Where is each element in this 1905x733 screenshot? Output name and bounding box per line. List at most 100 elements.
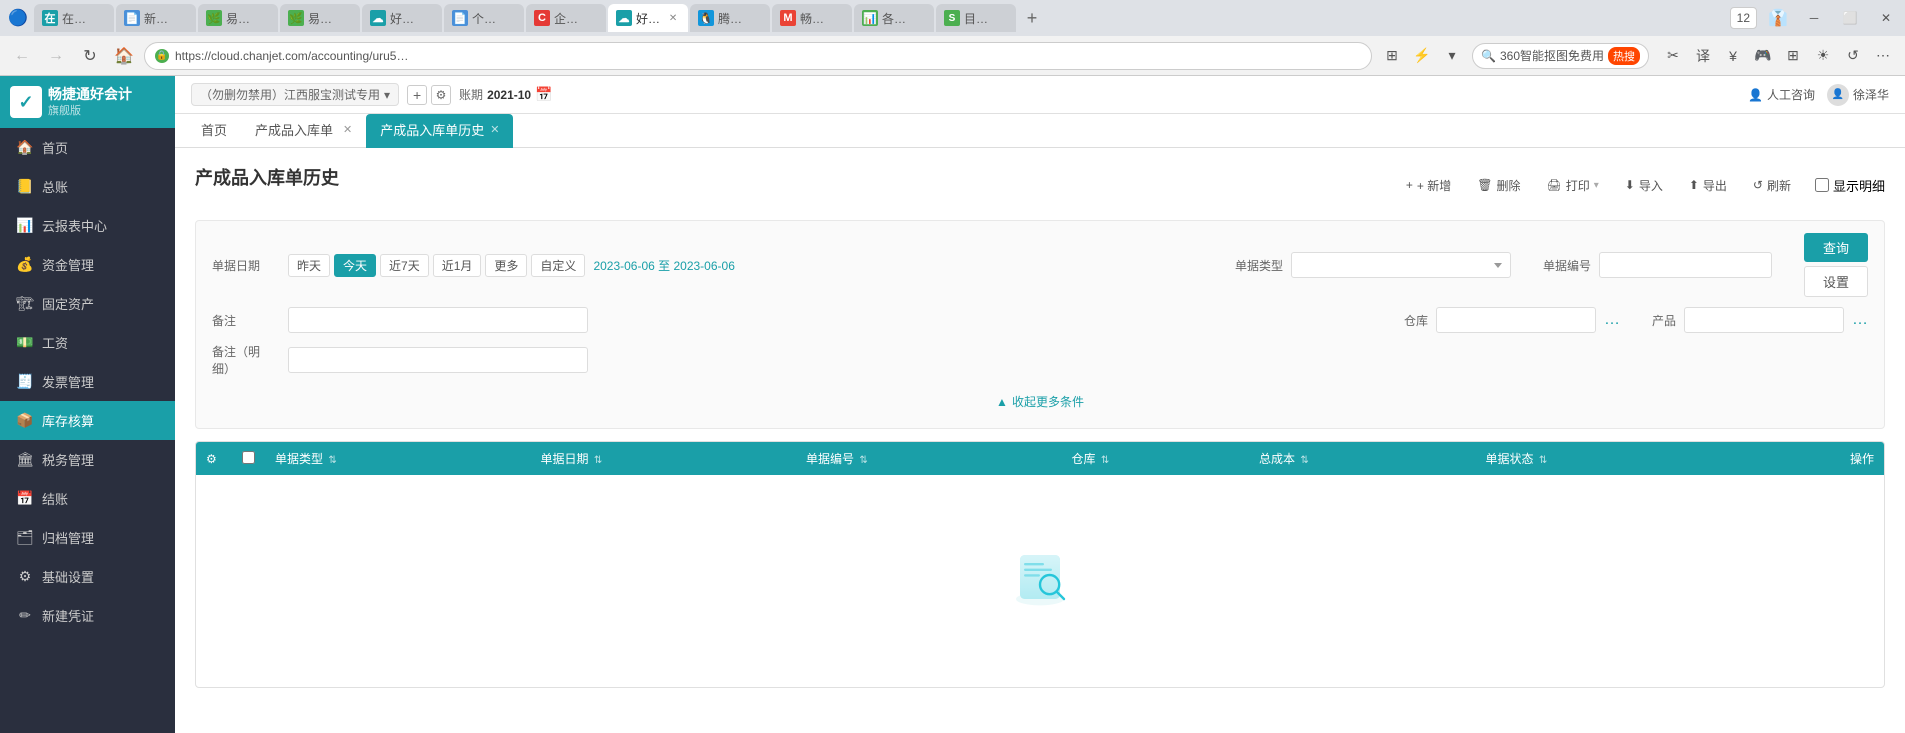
date-btn-custom[interactable]: 自定义 [531, 254, 585, 277]
tab-8[interactable]: ☁ 好… ✕ [608, 4, 688, 32]
collapse-label: 收起更多条件 [1012, 393, 1084, 410]
game-icon[interactable]: 🎮 [1749, 42, 1777, 70]
tab-9[interactable]: 🐧 腾… [690, 4, 770, 32]
sidebar-item-period-close[interactable]: 📅 结账 [0, 479, 175, 518]
tab-4[interactable]: 🌿 易… [280, 4, 360, 32]
sidebar-item-fixed-assets[interactable]: 🏗 固定资产 [0, 284, 175, 323]
back-button[interactable]: ← [8, 42, 36, 70]
sidebar-item-funds[interactable]: 💰 资金管理 [0, 245, 175, 284]
tab-1[interactable]: 在 在… [34, 4, 114, 32]
add-doc-icon: + [1406, 178, 1413, 192]
shirt-icon[interactable]: 👔 [1763, 4, 1793, 32]
calendar-icon[interactable]: 📅 [535, 86, 552, 103]
date-btn-today[interactable]: 今天 [334, 254, 376, 277]
sidebar-item-ledger[interactable]: 📒 总账 [0, 167, 175, 206]
warehouse-more-icon[interactable]: … [1604, 311, 1620, 329]
tab-list-page[interactable]: 产成品入库单 ✕ [241, 114, 366, 148]
filter-settings-button[interactable]: 设置 [1804, 266, 1868, 297]
sidebar-item-payroll[interactable]: 💵 工资 [0, 323, 175, 362]
print-doc-button[interactable]: 🖨 打印 ▾ [1536, 173, 1608, 198]
settings-gear-button[interactable]: ⚙ [431, 85, 451, 105]
date-btn-1month[interactable]: 近1月 [433, 254, 482, 277]
lightning-icon[interactable]: ⚡ [1408, 42, 1436, 70]
date-btn-more[interactable]: 更多 [485, 254, 527, 277]
refresh-doc-button[interactable]: ↺ 刷新 [1743, 173, 1801, 198]
user-info[interactable]: 👤 徐泽华 [1827, 84, 1889, 106]
tab-list-close[interactable]: ✕ [343, 123, 352, 136]
table-header-doc-type[interactable]: 单据类型 ⇅ [265, 442, 530, 475]
tab-8-close[interactable]: ✕ [666, 11, 680, 25]
collapse-filters-button[interactable]: ▲ 收起更多条件 [212, 387, 1868, 416]
product-input[interactable] [1684, 307, 1844, 333]
scissors-icon[interactable]: ✂ [1659, 42, 1687, 70]
translate-icon[interactable]: 译 [1689, 42, 1717, 70]
search-filters: 单据日期 昨天 今天 近7天 近1月 更多 自定义 2023-06-06 至 2… [195, 220, 1885, 429]
sidebar-item-reports[interactable]: 📊 云报表中心 [0, 206, 175, 245]
select-all-checkbox[interactable] [242, 451, 255, 464]
query-btn-group: 查询 设置 [1804, 233, 1868, 297]
sidebar-item-invoice[interactable]: 🧾 发票管理 [0, 362, 175, 401]
delete-doc-icon: 🗑 [1477, 178, 1492, 192]
table-header-checkbox[interactable] [232, 442, 265, 475]
tab-10[interactable]: M 畅… [772, 4, 852, 32]
tab-7[interactable]: C 企… [526, 4, 606, 32]
add-doc-button[interactable]: + + 新增 [1396, 173, 1461, 198]
table-header-doc-date[interactable]: 单据日期 ⇅ [530, 442, 795, 475]
settings-browser-icon[interactable]: ⋯ [1869, 42, 1897, 70]
home-browser-button[interactable]: 🏠 [110, 42, 138, 70]
table-header-total-cost[interactable]: 总成本 ⇅ [1249, 442, 1476, 475]
tab-11[interactable]: 📊 各… [854, 4, 934, 32]
query-button[interactable]: 查询 [1804, 233, 1868, 262]
sidebar-item-tax[interactable]: 🏛 税务管理 [0, 440, 175, 479]
product-more-icon[interactable]: … [1852, 311, 1868, 329]
note-input[interactable] [288, 307, 588, 333]
minimize-button[interactable]: ─ [1799, 4, 1829, 32]
dropdown-icon[interactable]: ▾ [1438, 42, 1466, 70]
currency-icon[interactable]: ¥ [1719, 42, 1747, 70]
tab-history-page[interactable]: 产成品入库单历史 ✕ [366, 114, 513, 148]
sidebar-item-inventory[interactable]: 📦 库存核算 [0, 401, 175, 440]
doc-type-select[interactable] [1291, 252, 1511, 278]
date-btn-yesterday[interactable]: 昨天 [288, 254, 330, 277]
data-table-container: ⚙ 单据类型 ⇅ 单据日期 ⇅ [195, 441, 1885, 688]
theme-icon[interactable]: ☀ [1809, 42, 1837, 70]
sidebar-item-fixed-assets-label: 固定资产 [42, 294, 94, 313]
history-icon[interactable]: ↺ [1839, 42, 1867, 70]
search-360-box[interactable]: 🔍 360智能抠图免费用 热搜 [1472, 43, 1649, 69]
sidebar-item-home[interactable]: 🏠 首页 [0, 128, 175, 167]
restore-button[interactable]: ⬜ [1835, 4, 1865, 32]
company-selector[interactable]: （勿删勿禁用）江西服宝测试专用 ▾ [191, 83, 399, 106]
tab-3[interactable]: 🌿 易… [198, 4, 278, 32]
table-header-gear[interactable]: ⚙ [196, 442, 232, 475]
new-tab-button[interactable]: + [1018, 4, 1046, 32]
export-doc-button[interactable]: ⬆ 导出 [1679, 173, 1737, 198]
refresh-browser-button[interactable]: ↻ [76, 42, 104, 70]
grid-icon[interactable]: ⊞ [1378, 42, 1406, 70]
sidebar-item-new-voucher[interactable]: ✏ 新建凭证 [0, 596, 175, 635]
add-icon-button[interactable]: + [407, 85, 427, 105]
date-btn-7days[interactable]: 近7天 [380, 254, 429, 277]
sidebar-item-archive[interactable]: 🗂 归档管理 [0, 518, 175, 557]
table-header-warehouse[interactable]: 仓库 ⇅ [1061, 442, 1249, 475]
table-header-doc-status[interactable]: 单据状态 ⇅ [1476, 442, 1741, 475]
layout-icon[interactable]: ⊞ [1779, 42, 1807, 70]
delete-doc-button[interactable]: 🗑 删除 [1467, 173, 1530, 198]
doc-no-input[interactable] [1599, 252, 1772, 278]
show-detail-checkbox[interactable] [1815, 178, 1829, 192]
forward-button[interactable]: → [42, 42, 70, 70]
warehouse-input[interactable] [1436, 307, 1596, 333]
tab-5[interactable]: ☁ 好… [362, 4, 442, 32]
tab-history-close[interactable]: ✕ [490, 123, 499, 136]
consultant-button[interactable]: 👤 人工咨询 [1748, 86, 1815, 103]
table-header-doc-no[interactable]: 单据编号 ⇅ [796, 442, 1061, 475]
note-detail-input[interactable] [288, 347, 588, 373]
tab-12[interactable]: S 目… [936, 4, 1016, 32]
tab-counter[interactable]: 12 [1730, 7, 1757, 29]
close-button[interactable]: ✕ [1871, 4, 1901, 32]
tab-breadcrumb-home[interactable]: 首页 [187, 114, 241, 148]
sidebar-item-basic-settings[interactable]: ⚙ 基础设置 [0, 557, 175, 596]
tab-2[interactable]: 📄 新… [116, 4, 196, 32]
tab-6[interactable]: 📄 个… [444, 4, 524, 32]
url-box[interactable]: 🔒 https://cloud.chanjet.com/accounting/u… [144, 42, 1372, 70]
import-doc-button[interactable]: ⬇ 导入 [1615, 173, 1673, 198]
